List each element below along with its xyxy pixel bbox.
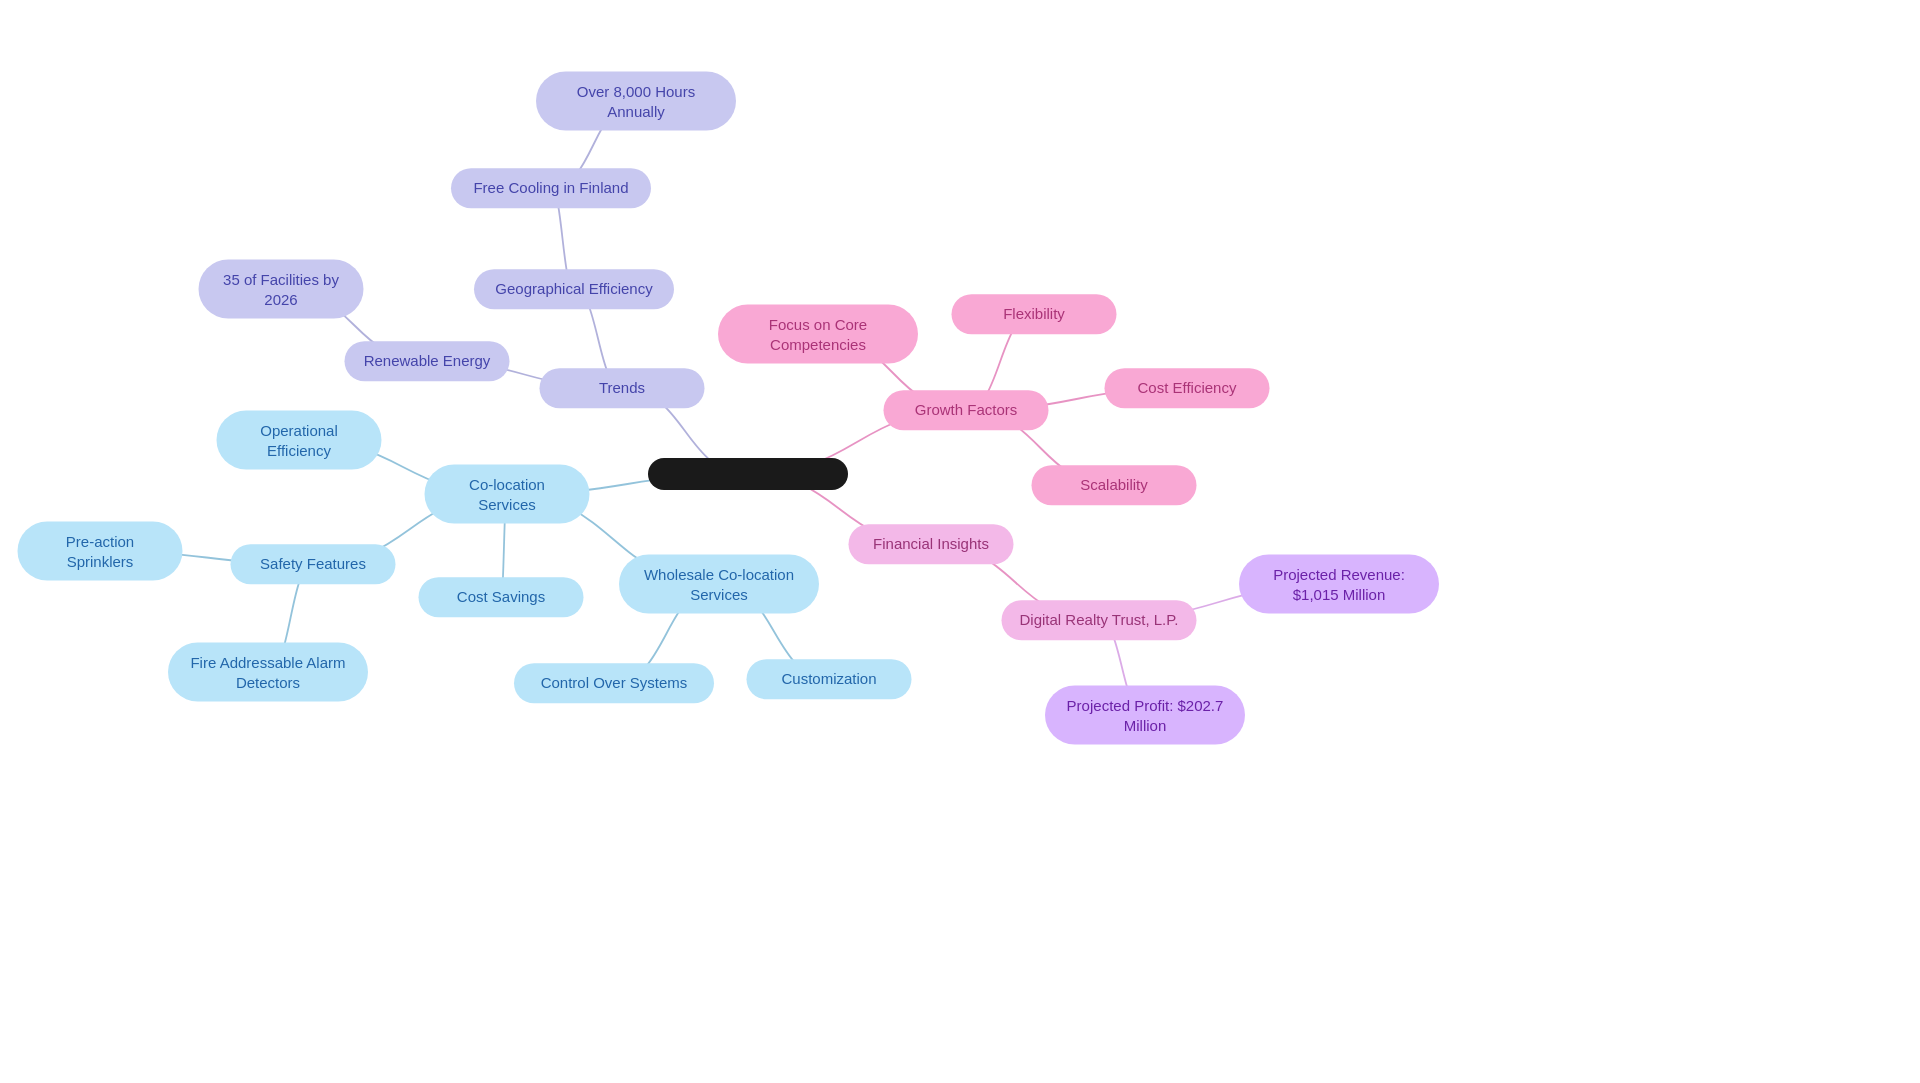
node-over_8000: Over 8,000 Hours Annually: [536, 72, 736, 131]
node-financial: Financial Insights: [849, 524, 1014, 564]
node-op_eff: Operational Efficiency: [217, 411, 382, 470]
node-scalability: Scalability: [1032, 465, 1197, 505]
node-wholesale: Wholesale Co-location Services: [619, 555, 819, 614]
node-flexibility: Flexibility: [952, 294, 1117, 334]
node-cost_eff: Cost Efficiency: [1105, 368, 1270, 408]
node-cost_savings: Cost Savings: [419, 577, 584, 617]
node-trends: Trends: [540, 368, 705, 408]
node-geo_eff: Geographical Efficiency: [474, 269, 674, 309]
node-35_facilities: 35 of Facilities by 2026: [199, 260, 364, 319]
node-colocation_services: Co-location Services: [425, 465, 590, 524]
node-free_cooling: Free Cooling in Finland: [451, 168, 651, 208]
node-focus_core: Focus on Core Competencies: [718, 305, 918, 364]
node-growth: Growth Factors: [884, 390, 1049, 430]
node-control: Control Over Systems: [514, 663, 714, 703]
node-safety: Safety Features: [231, 544, 396, 584]
node-renewable: Renewable Energy: [345, 341, 510, 381]
node-customization: Customization: [747, 659, 912, 699]
center-node: [648, 458, 848, 490]
node-pre_action: Pre-action Sprinklers: [18, 522, 183, 581]
node-fire_alarm: Fire Addressable Alarm Detectors: [168, 643, 368, 702]
mind-map: Trends Geographical Efficiency Free Coolin…: [0, 0, 1920, 1083]
node-digital_realty: Digital Realty Trust, L.P.: [1002, 600, 1197, 640]
node-proj_profit: Projected Profit: $202.7 Million: [1045, 686, 1245, 745]
node-proj_revenue: Projected Revenue: $1,015 Million: [1239, 555, 1439, 614]
